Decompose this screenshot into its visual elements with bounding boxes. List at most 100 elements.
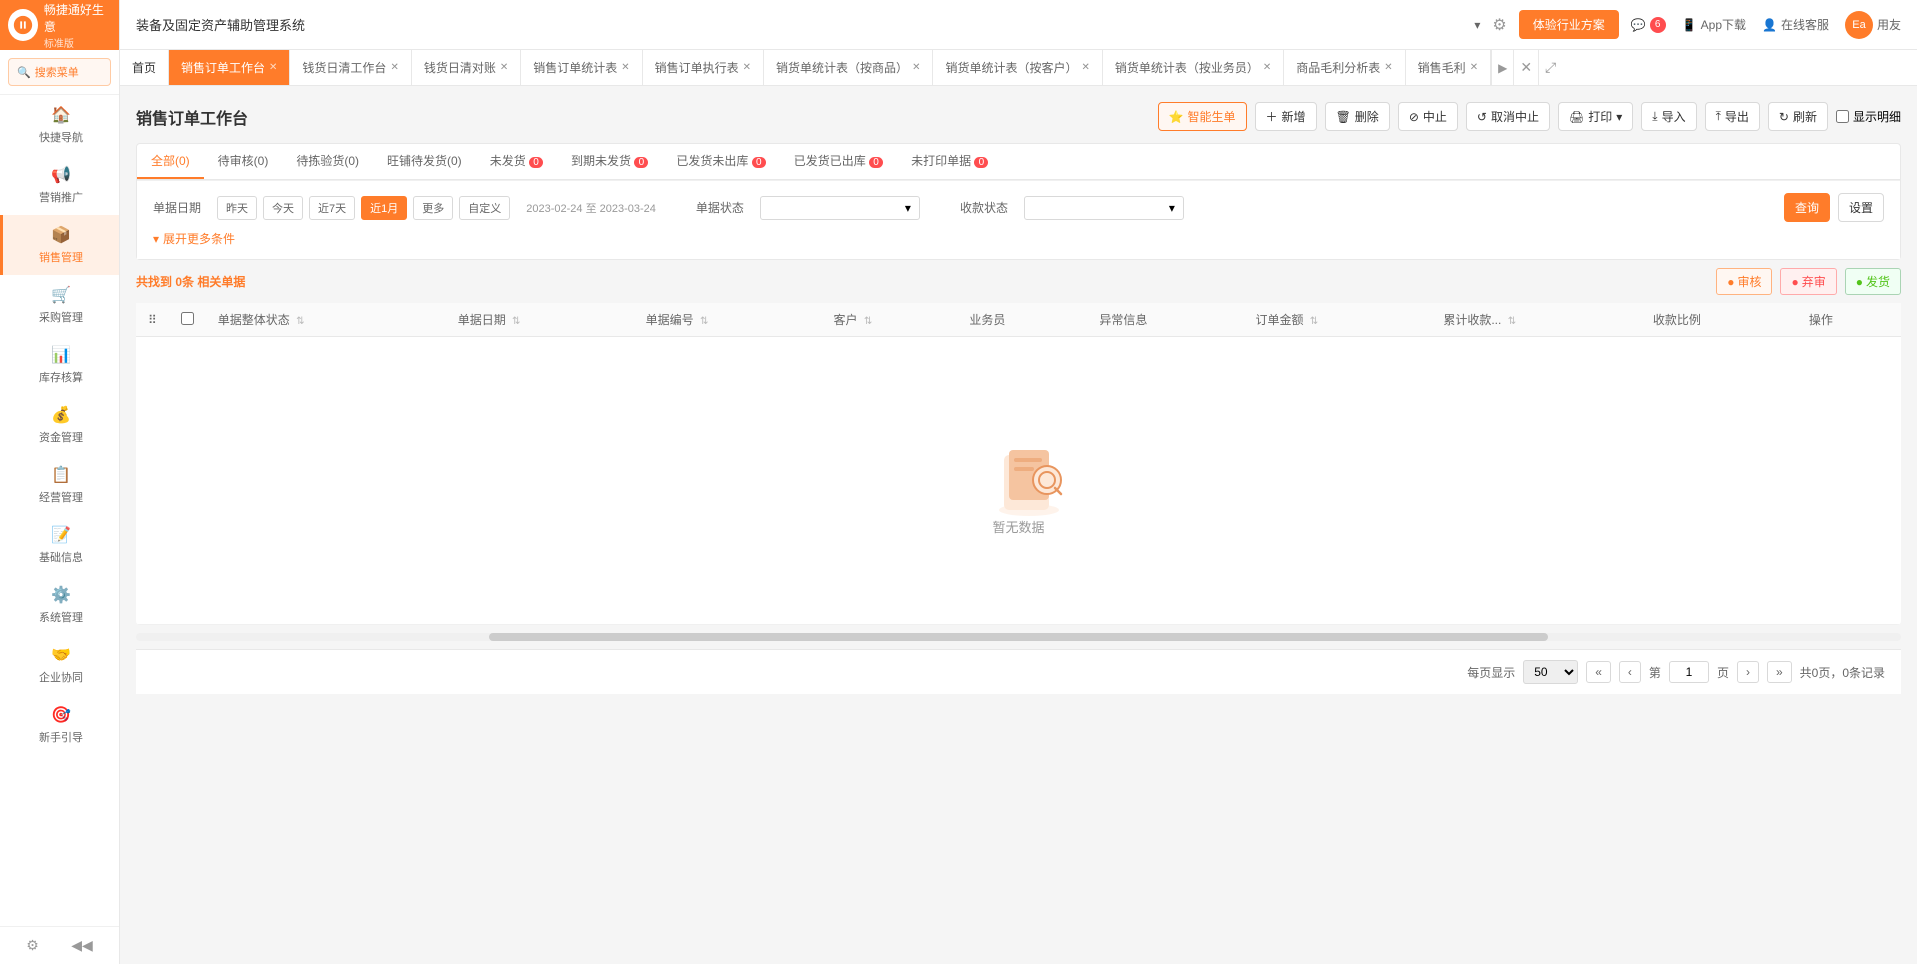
date-today-button[interactable]: 今天 — [263, 196, 303, 220]
sidebar-item-system[interactable]: ⚙️ 系统管理 — [0, 575, 119, 635]
print-button[interactable]: 🖨 打印 ▾ — [1558, 102, 1633, 131]
th-customer[interactable]: 客户 ⇅ — [822, 303, 958, 337]
sub-tab-shipped-out[interactable]: 已发货已出库 0 — [780, 144, 897, 179]
tab-customer-stat[interactable]: 销货单统计表（按客户） ✕ — [933, 50, 1102, 86]
tab-sales-stat[interactable]: 销售订单统计表 ✕ — [521, 50, 642, 86]
sidebar-item-marketing[interactable]: 📢 营销推广 — [0, 155, 119, 215]
payment-filter-select[interactable]: ▾ — [1024, 196, 1184, 220]
import-button[interactable]: ⤓ 导入 — [1641, 102, 1696, 131]
online-service-button[interactable]: 👤 在线客服 — [1762, 16, 1829, 33]
export-button[interactable]: ⤒ 导出 — [1705, 102, 1760, 131]
status-filter-label: 单据状态 — [696, 199, 744, 216]
add-button[interactable]: ＋ 新增 — [1255, 102, 1317, 131]
sub-tab-shop-pending[interactable]: 旺铺待发货(0) — [373, 144, 476, 179]
cancel-stop-button[interactable]: ↺ 取消中止 — [1466, 102, 1550, 131]
tab-staff-stat-label: 销货单统计表（按业务员） — [1115, 59, 1259, 76]
show-detail-checkbox[interactable]: 显示明细 — [1836, 108, 1901, 125]
setting-button[interactable]: 设置 — [1838, 193, 1884, 222]
tabs-close-all-button[interactable]: ✕ — [1513, 50, 1538, 86]
ship-button[interactable]: ● 发货 — [1845, 268, 1901, 295]
sub-tab-not-printed[interactable]: 未打印单据 0 — [897, 144, 1002, 179]
app-download-button[interactable]: 📱 App下载 — [1682, 16, 1746, 33]
expand-conditions-button[interactable]: ▾ 展开更多条件 — [153, 230, 1884, 247]
select-all-checkbox[interactable] — [181, 312, 194, 325]
collapse-sidebar-button[interactable]: ◀◀ — [71, 937, 93, 954]
smart-create-button[interactable]: ⭐ 智能生单 — [1158, 102, 1247, 131]
date-7days-button[interactable]: 近7天 — [309, 196, 355, 220]
shipped-out-badge: 0 — [869, 157, 883, 168]
tab-sales-order-close[interactable]: ✕ — [269, 62, 277, 73]
search-menu-button[interactable]: 🔍 搜索菜单 — [8, 58, 111, 86]
tab-home[interactable]: 首页 — [120, 50, 169, 86]
tab-daily-clear-close[interactable]: ✕ — [390, 62, 398, 73]
tabs-next-button[interactable]: ▶ — [1491, 50, 1513, 86]
th-number[interactable]: 单据编号 ⇅ — [634, 303, 822, 337]
tab-sales-exec-close[interactable]: ✕ — [743, 62, 751, 73]
sidebar-item-label: 库存核算 — [39, 369, 83, 385]
tab-margin-stat[interactable]: 商品毛利分析表 ✕ — [1284, 50, 1405, 86]
tab-sales-order[interactable]: 销售订单工作台 ✕ — [169, 50, 290, 86]
page-number-input[interactable] — [1669, 661, 1709, 683]
logo-icon — [8, 9, 38, 41]
sub-tab-pending-check[interactable]: 待拣验货(0) — [282, 144, 373, 179]
system-dropdown[interactable]: ▾ — [1474, 18, 1480, 32]
tab-daily-reconcile-close[interactable]: ✕ — [500, 62, 508, 73]
date-custom-button[interactable]: 自定义 — [459, 196, 510, 220]
user-profile-button[interactable]: Ea 用友 — [1845, 11, 1901, 39]
show-detail-input[interactable] — [1836, 110, 1849, 123]
tab-daily-reconcile[interactable]: 钱货日清对账 ✕ — [412, 50, 521, 86]
sidebar-item-cooperation[interactable]: 🤝 企业协同 — [0, 635, 119, 695]
stop-button[interactable]: ⊘ 中止 — [1398, 102, 1458, 131]
trial-plan-button[interactable]: 体验行业方案 — [1519, 10, 1619, 39]
tab-sales-margin[interactable]: 销售毛利 ✕ — [1406, 50, 1491, 86]
message-button[interactable]: 💬 6 — [1631, 17, 1666, 33]
sidebar-item-guide[interactable]: 🎯 新手引导 — [0, 695, 119, 755]
sidebar-item-quick-nav[interactable]: 🏠 快捷导航 — [0, 95, 119, 155]
sub-tab-not-shipped[interactable]: 未发货 0 — [476, 144, 557, 179]
sub-tab-all[interactable]: 全部(0) — [137, 144, 204, 179]
th-date[interactable]: 单据日期 ⇅ — [446, 303, 634, 337]
abandon-button[interactable]: ● 弃审 — [1780, 268, 1836, 295]
tab-goods-stat-close[interactable]: ✕ — [912, 62, 920, 73]
sidebar-item-business[interactable]: 📋 经营管理 — [0, 455, 119, 515]
sidebar-item-finance[interactable]: 💰 资金管理 — [0, 395, 119, 455]
basic-icon: 📝 — [51, 525, 71, 545]
sub-tab-shipped-not-out[interactable]: 已发货未出库 0 — [662, 144, 779, 179]
sidebar-item-sales[interactable]: 📦 销售管理 — [0, 215, 119, 275]
th-checkbox[interactable] — [169, 303, 206, 337]
tab-goods-stat[interactable]: 销货单统计表（按商品） ✕ — [764, 50, 933, 86]
sidebar-item-basic[interactable]: 📝 基础信息 — [0, 515, 119, 575]
tab-sales-exec[interactable]: 销售订单执行表 ✕ — [643, 50, 764, 86]
tab-margin-stat-close[interactable]: ✕ — [1384, 62, 1392, 73]
sidebar-item-purchase[interactable]: 🛒 采购管理 — [0, 275, 119, 335]
prev-page-button[interactable]: ‹ — [1619, 661, 1641, 683]
gear-icon[interactable]: ⚙ — [1492, 15, 1506, 35]
tab-daily-clear[interactable]: 钱货日清工作台 ✕ — [290, 50, 411, 86]
sub-tab-expired[interactable]: 到期未发货 0 — [557, 144, 662, 179]
first-page-button[interactable]: « — [1586, 661, 1611, 683]
th-received[interactable]: 累计收款... ⇅ — [1431, 303, 1641, 337]
audit-button[interactable]: ● 审核 — [1716, 268, 1772, 295]
delete-button[interactable]: 🗑 删除 — [1325, 102, 1390, 131]
sub-tab-pending-audit[interactable]: 待审核(0) — [204, 144, 283, 179]
settings-bottom-button[interactable]: ⚙ — [26, 937, 39, 954]
refresh-button[interactable]: ↻ 刷新 — [1768, 102, 1828, 131]
th-status[interactable]: 单据整体状态 ⇅ — [206, 303, 446, 337]
tab-staff-stat[interactable]: 销货单统计表（按业务员） ✕ — [1103, 50, 1284, 86]
tab-sales-margin-close[interactable]: ✕ — [1470, 62, 1478, 73]
status-filter-select[interactable]: ▾ — [760, 196, 920, 220]
per-page-select[interactable]: 10 20 50 100 — [1523, 660, 1578, 684]
tab-customer-stat-close[interactable]: ✕ — [1081, 62, 1089, 73]
date-yesterday-button[interactable]: 昨天 — [217, 196, 257, 220]
last-page-button[interactable]: » — [1767, 661, 1792, 683]
tabs-maximize-button[interactable]: ⤢ — [1538, 50, 1562, 86]
scrollbar-thumb[interactable] — [489, 633, 1548, 641]
next-page-button[interactable]: › — [1737, 661, 1759, 683]
sidebar-item-inventory[interactable]: 📊 库存核算 — [0, 335, 119, 395]
tab-sales-stat-close[interactable]: ✕ — [621, 62, 629, 73]
date-1month-button[interactable]: 近1月 — [361, 196, 407, 220]
query-button[interactable]: 查询 — [1784, 193, 1830, 222]
th-amount[interactable]: 订单金额 ⇅ — [1243, 303, 1431, 337]
date-more-button[interactable]: 更多 — [413, 196, 453, 220]
tab-staff-stat-close[interactable]: ✕ — [1263, 62, 1271, 73]
